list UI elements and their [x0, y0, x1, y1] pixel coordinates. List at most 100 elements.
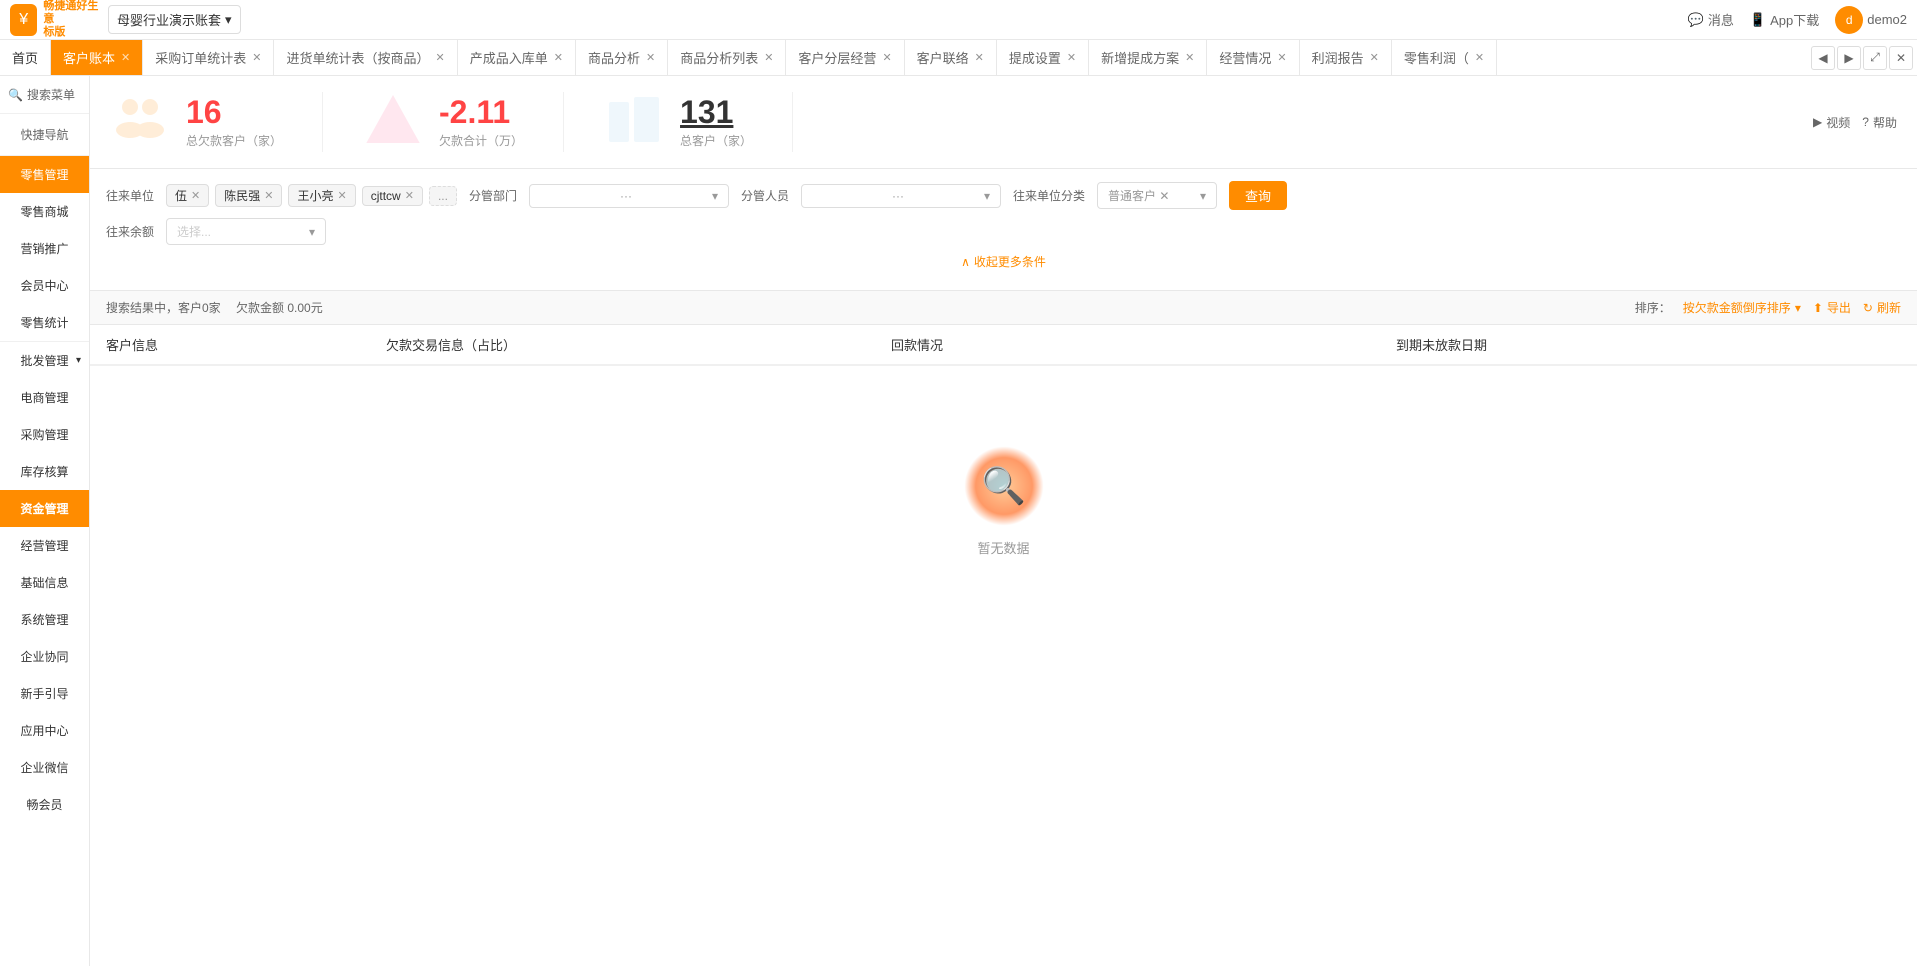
dept-select[interactable]: ··· ▾ — [529, 184, 729, 208]
search-icon: 🔍 — [8, 88, 23, 102]
nav-expand-btn[interactable]: ⤢ — [1863, 46, 1887, 70]
close-tab-operation-status[interactable]: ✕ — [1277, 51, 1286, 64]
video-help-btn[interactable]: ▶ 视频 — [1813, 114, 1850, 131]
filter-tag-1[interactable]: 陈民强 ✕ — [215, 184, 282, 207]
close-tag-3[interactable]: ✕ — [405, 189, 414, 202]
person-select[interactable]: ··· ▾ — [801, 184, 1001, 208]
logo-area: ¥ 畅捷通好生意 标版 — [10, 0, 100, 39]
filter-area: 往来单位 伍 ✕ 陈民强 ✕ 王小亮 ✕ cjttcw — [90, 169, 1917, 291]
close-unit-class[interactable]: ✕ — [1159, 189, 1169, 203]
customers-icon — [110, 92, 170, 152]
sidebar-item-vip-member[interactable]: 畅会员 — [0, 786, 89, 823]
close-tab-cost-in[interactable]: ✕ — [554, 51, 563, 64]
tab-accounts[interactable]: 客户账本 ✕ — [51, 40, 143, 76]
filter-tag-more[interactable]: ... — [429, 186, 457, 206]
filter-row-2: 往来余额 选择... ▾ — [106, 218, 1901, 245]
tab-goods-analysis-list[interactable]: 商品分析列表 ✕ — [668, 40, 786, 76]
tab-profit-report[interactable]: 利润报告 ✕ — [1300, 40, 1392, 76]
nav-close-btn[interactable]: ✕ — [1889, 46, 1913, 70]
stat-arrears-info: -2.11 欠款合计（万） — [439, 96, 523, 149]
sidebar-item-new-guide[interactable]: 新手引导 — [0, 675, 89, 712]
empty-image: 🔍 — [964, 446, 1044, 526]
close-tab-customer-segment[interactable]: ✕ — [882, 51, 891, 64]
chevron-down-sort: ▾ — [1795, 301, 1801, 315]
top-bar-right: 💬 消息 📱 App下载 d demo2 — [1688, 6, 1907, 34]
person-more-icon: ··· — [892, 189, 904, 203]
tab-promotion-settings[interactable]: 提成设置 ✕ — [997, 40, 1089, 76]
tab-operation-status[interactable]: 经营情况 ✕ — [1207, 40, 1299, 76]
sidebar-item-system[interactable]: 系统管理 — [0, 601, 89, 638]
sidebar-item-members[interactable]: 会员中心 — [0, 267, 89, 304]
tab-retail-profit[interactable]: 零售利润（ ✕ — [1392, 40, 1497, 76]
close-tag-1[interactable]: ✕ — [264, 189, 273, 202]
query-button[interactable]: 查询 — [1229, 181, 1287, 210]
close-tab-promotion-settings[interactable]: ✕ — [1067, 51, 1076, 64]
tab-cost-in[interactable]: 产成品入库单 ✕ — [458, 40, 576, 76]
nav-next-btn[interactable]: ▶ — [1837, 46, 1861, 70]
messages-btn[interactable]: 💬 消息 — [1688, 10, 1734, 29]
result-bar: 搜索结果中，客户0家 欠款金额 0.00元 排序： 按欠款金额倒序排序 ▾ ⬆ … — [90, 291, 1917, 325]
unit-class-select[interactable]: 普通客户 ✕ ▾ — [1097, 182, 1217, 209]
close-tag-2[interactable]: ✕ — [338, 189, 347, 202]
sidebar-item-enterprise-wechat[interactable]: 企业微信 — [0, 749, 89, 786]
sidebar-item-quick-nav[interactable]: 快捷导航 — [4, 120, 85, 149]
filter-tag-2[interactable]: 王小亮 ✕ — [288, 184, 355, 207]
close-tag-0[interactable]: ✕ — [191, 189, 200, 202]
tab-customer-contact[interactable]: 客户联络 ✕ — [905, 40, 997, 76]
sidebar-item-retail-mall[interactable]: 零售商城 — [0, 193, 89, 230]
chevron-down-icon: ▾ — [225, 12, 232, 28]
close-tab-goods-analysis-list[interactable]: ✕ — [764, 51, 773, 64]
sidebar-item-retail-stats[interactable]: 零售统计 — [0, 304, 89, 341]
help-btn[interactable]: ? 帮助 — [1862, 114, 1897, 131]
tab-purchase-stats[interactable]: 进货单统计表（按商品） ✕ — [274, 40, 457, 76]
sidebar-item-app-center[interactable]: 应用中心 — [0, 712, 89, 749]
filter-tag-3[interactable]: cjttcw ✕ — [362, 186, 423, 206]
tab-purchase-orders[interactable]: 采购订单统计表 ✕ — [143, 40, 274, 76]
balance-filter-label: 往来余额 — [106, 223, 154, 240]
message-icon: 💬 — [1688, 12, 1704, 28]
filter-tag-0[interactable]: 伍 ✕ — [166, 184, 209, 207]
sidebar-item-basic-info[interactable]: 基础信息 — [0, 564, 89, 601]
collapse-row: ∧ 收起更多条件 — [106, 245, 1901, 278]
close-tab-purchase-orders[interactable]: ✕ — [252, 51, 261, 64]
close-tab-profit-report[interactable]: ✕ — [1370, 51, 1379, 64]
user-avatar[interactable]: d demo2 — [1835, 6, 1907, 34]
sidebar-item-inventory[interactable]: 库存核算 — [0, 453, 89, 490]
close-tab-new-promotion[interactable]: ✕ — [1185, 51, 1194, 64]
sidebar-item-purchase[interactable]: 采购管理 — [0, 416, 89, 453]
close-tab-purchase-stats[interactable]: ✕ — [436, 51, 445, 64]
balance-select[interactable]: 选择... ▾ — [166, 218, 326, 245]
collapse-btn[interactable]: ∧ 收起更多条件 — [953, 249, 1054, 274]
tab-new-promotion[interactable]: 新增提成方案 ✕ — [1089, 40, 1207, 76]
account-selector[interactable]: 母婴行业演示账套 ▾ — [108, 5, 241, 34]
nav-prev-btn[interactable]: ◀ — [1811, 46, 1835, 70]
col-arrears-info: 欠款交易信息（占比） — [386, 335, 891, 354]
sidebar-item-enterprise-collab[interactable]: 企业协同 — [0, 638, 89, 675]
close-tab-goods-analysis[interactable]: ✕ — [646, 51, 655, 64]
export-btn[interactable]: ⬆ 导出 — [1813, 299, 1851, 316]
tab-home[interactable]: 首页 — [0, 40, 51, 76]
sidebar-item-finance[interactable]: 资金管理 — [0, 490, 89, 527]
close-tab-accounts[interactable]: ✕ — [121, 51, 130, 64]
sidebar-item-retail[interactable]: 零售管理 — [0, 156, 89, 193]
sidebar-item-wholesale[interactable]: 批发管理 — [0, 342, 89, 379]
sort-select[interactable]: 按欠款金额倒序排序 ▾ — [1683, 299, 1801, 316]
stats-help: ▶ 视频 ? 帮助 — [1813, 114, 1897, 131]
search-menu-btn[interactable]: 🔍 搜索菜单 — [0, 76, 89, 114]
export-icon: ⬆ — [1813, 301, 1823, 315]
tab-goods-analysis[interactable]: 商品分析 ✕ — [576, 40, 668, 76]
sidebar-quick-nav: 快捷导航 — [0, 114, 89, 156]
close-tab-customer-contact[interactable]: ✕ — [975, 51, 984, 64]
logo-icon: ¥ — [10, 4, 37, 36]
tab-customer-segment[interactable]: 客户分层经营 ✕ — [786, 40, 904, 76]
refresh-icon: ↻ — [1863, 301, 1873, 315]
sidebar-item-operations[interactable]: 经营管理 — [0, 527, 89, 564]
sidebar-item-marketing[interactable]: 营销推广 — [0, 230, 89, 267]
stat-total-info: 131 总客户（家） — [680, 96, 752, 149]
sidebar-item-ecommerce[interactable]: 电商管理 — [0, 379, 89, 416]
refresh-btn[interactable]: ↻ 刷新 — [1863, 299, 1901, 316]
close-tab-retail-profit[interactable]: ✕ — [1475, 51, 1484, 64]
app-download-btn[interactable]: 📱 App下载 — [1750, 10, 1819, 29]
avatar: d — [1835, 6, 1863, 34]
filter-tags: 伍 ✕ 陈民强 ✕ 王小亮 ✕ cjttcw ✕ — [166, 184, 457, 207]
